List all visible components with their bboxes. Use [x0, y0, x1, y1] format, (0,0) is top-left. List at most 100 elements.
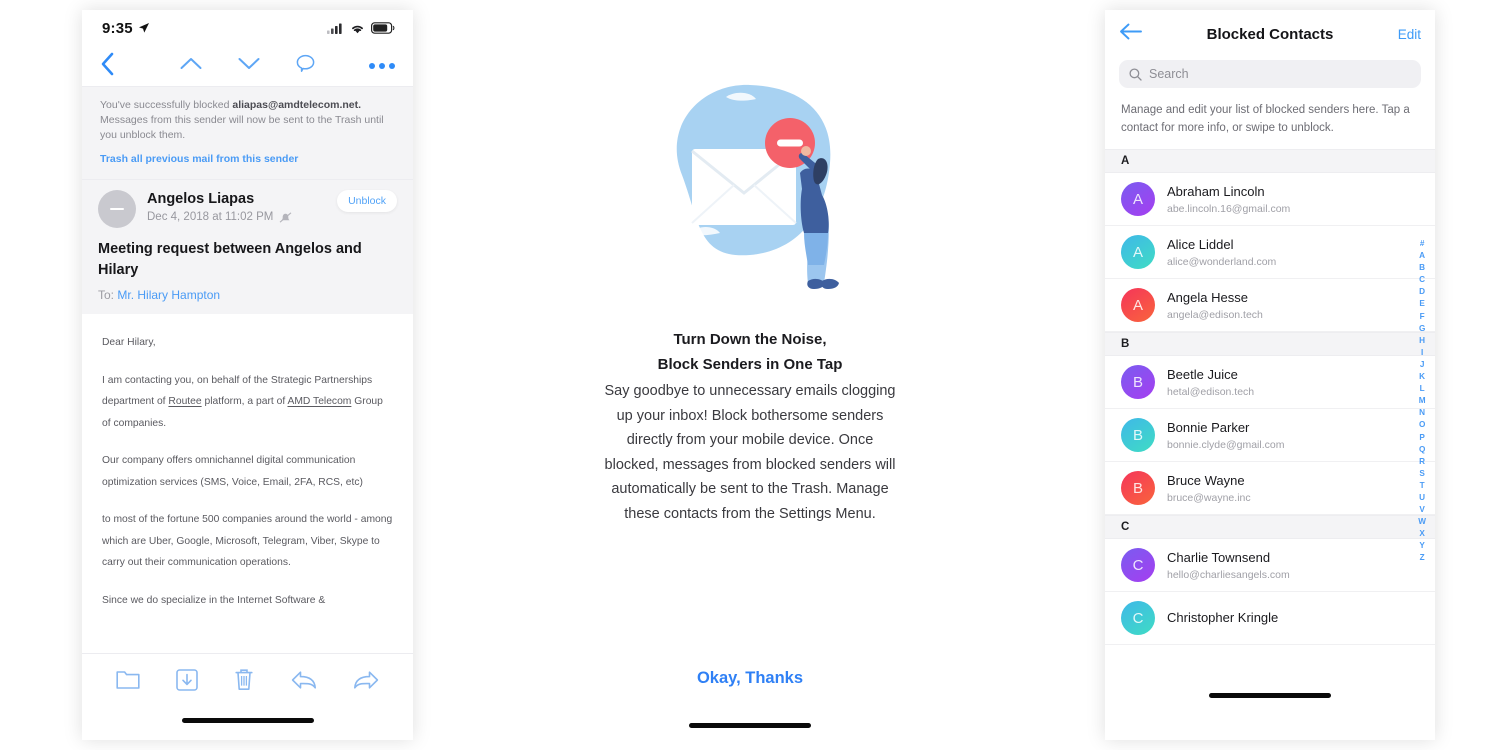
index-letter[interactable]: X — [1419, 528, 1424, 540]
index-letter[interactable]: G — [1419, 323, 1425, 335]
bell-slash-icon — [280, 211, 292, 223]
avatar: B — [1121, 365, 1155, 399]
index-letter[interactable]: S — [1419, 468, 1424, 480]
contact-name: Bonnie Parker — [1167, 419, 1250, 435]
index-letter[interactable]: K — [1419, 371, 1425, 383]
reply-button[interactable] — [291, 669, 317, 696]
index-letter[interactable]: Q — [1419, 444, 1425, 456]
index-letter[interactable]: # — [1420, 238, 1425, 250]
to-label: To: — [98, 288, 115, 302]
banner-text-after: Messages from this sender will now be se… — [100, 114, 384, 141]
home-indicator — [181, 718, 314, 723]
avatar: B — [1121, 418, 1155, 452]
sender-name: Angelos Liapas — [147, 191, 255, 207]
contacts-nav-bar: Blocked Contacts Edit — [1105, 10, 1435, 58]
index-letter[interactable]: H — [1419, 335, 1425, 347]
avatar: A — [1121, 288, 1155, 322]
promo-title: Turn Down the Noise, Block Senders in On… — [585, 327, 915, 377]
index-letter[interactable]: P — [1419, 432, 1424, 444]
list-item[interactable]: C Christopher Kringle — [1105, 592, 1435, 645]
next-message-button[interactable] — [238, 57, 260, 75]
previous-message-button[interactable] — [180, 57, 202, 75]
search-input[interactable]: Search — [1119, 60, 1421, 88]
index-letter[interactable]: F — [1420, 311, 1425, 323]
blocked-contacts-screen: Blocked Contacts Edit Search Manage and … — [1105, 10, 1435, 740]
contact-name: Christopher Kringle — [1167, 609, 1279, 625]
chevron-left-icon — [101, 52, 114, 75]
home-indicator — [689, 723, 811, 728]
index-letter[interactable]: A — [1419, 250, 1425, 262]
arrow-left-icon — [1120, 23, 1142, 40]
avatar-initial: C — [1132, 556, 1144, 574]
index-letter[interactable]: M — [1419, 395, 1426, 407]
index-letter[interactable]: N — [1419, 407, 1425, 419]
archive-button[interactable] — [176, 668, 199, 696]
amd-telecom-link[interactable]: AMD Telecom — [287, 396, 351, 407]
alphabet-index[interactable]: # A B C D E F G H I J K L M N O P Q R S T U V W X Y Z — [1418, 238, 1426, 565]
archive-download-icon — [176, 668, 199, 691]
okay-thanks-button[interactable]: Okay, Thanks — [585, 669, 915, 688]
list-item[interactable]: B Bruce Wayne bruce@wayne.inc — [1105, 462, 1435, 515]
avatar: A — [1121, 235, 1155, 269]
home-indicator — [1209, 693, 1331, 698]
contact-info: Abraham Lincoln abe.lincoln.16@gmail.com — [1167, 183, 1290, 216]
routee-link[interactable]: Routee — [168, 396, 201, 407]
contact-name: Angela Hesse — [1167, 289, 1248, 305]
list-item[interactable]: A Abraham Lincoln abe.lincoln.16@gmail.c… — [1105, 173, 1435, 226]
contact-info: Beetle Juice hetal@edison.tech — [1167, 366, 1254, 399]
body-paragraph: Since we do specialize in the Internet S… — [102, 594, 326, 606]
index-letter[interactable]: T — [1420, 480, 1425, 492]
email-body: Dear Hilary, I am contacting you, on beh… — [82, 314, 413, 637]
forward-button[interactable] — [353, 669, 379, 696]
email-nav-actions — [115, 54, 369, 78]
flag-message-button[interactable] — [296, 54, 315, 78]
index-letter[interactable]: W — [1418, 516, 1426, 528]
list-item[interactable]: B Bonnie Parker bonnie.clyde@gmail.com — [1105, 409, 1435, 462]
body-paragraph: Our company offers omnichannel digital c… — [102, 455, 363, 488]
status-bar-indicators — [327, 22, 395, 34]
avatar: C — [1121, 548, 1155, 582]
index-letter[interactable]: D — [1419, 286, 1425, 298]
recipient-name[interactable]: Mr. Hilary Hampton — [117, 288, 220, 302]
list-item[interactable]: C Charlie Townsend hello@charliesangels.… — [1105, 539, 1435, 592]
move-to-folder-button[interactable] — [116, 669, 140, 695]
index-letter[interactable]: J — [1420, 359, 1425, 371]
avatar: C — [1121, 601, 1155, 635]
body-paragraph: I am contacting you, on behalf of the St… — [102, 374, 383, 429]
back-button[interactable] — [1119, 23, 1143, 45]
folder-icon — [116, 671, 140, 689]
edit-button[interactable]: Edit — [1398, 27, 1421, 42]
chevron-down-icon — [238, 58, 259, 69]
index-letter[interactable]: V — [1419, 504, 1424, 516]
list-item[interactable]: A Angela Hesse angela@edison.tech — [1105, 279, 1435, 332]
list-item[interactable]: B Beetle Juice hetal@edison.tech — [1105, 356, 1435, 409]
avatar-initial: A — [1132, 243, 1143, 261]
trash-icon — [235, 669, 254, 690]
index-letter[interactable]: O — [1419, 419, 1425, 431]
contact-email: bruce@wayne.inc — [1167, 491, 1251, 504]
index-letter[interactable]: C — [1419, 274, 1425, 286]
more-dots-icon — [369, 63, 375, 69]
sender-avatar — [98, 190, 136, 228]
unblock-button[interactable]: Unblock — [337, 190, 397, 212]
more-dots-icon — [389, 63, 395, 69]
index-letter[interactable]: U — [1419, 492, 1425, 504]
trash-previous-mail-link[interactable]: Trash all previous mail from this sender — [100, 153, 395, 165]
index-letter[interactable]: B — [1419, 262, 1425, 274]
index-letter[interactable]: R — [1419, 456, 1425, 468]
delete-button[interactable] — [234, 668, 254, 696]
more-options-button[interactable] — [369, 63, 395, 69]
contact-email: hello@charliesangels.com — [1167, 568, 1290, 581]
banner-text-before: You've successfully blocked — [100, 99, 233, 111]
index-letter[interactable]: I — [1421, 347, 1423, 359]
back-button[interactable] — [100, 52, 115, 81]
index-letter[interactable]: E — [1419, 298, 1424, 310]
index-letter[interactable]: L — [1420, 383, 1425, 395]
email-detail-screen: 9:35 You've successfully blocked aliapas… — [82, 10, 413, 740]
email-nav-bar — [82, 46, 413, 86]
index-letter[interactable]: Y — [1419, 540, 1424, 552]
list-item[interactable]: A Alice Liddel alice@wonderland.com — [1105, 226, 1435, 279]
sent-date-row: Dec 4, 2018 at 11:02 PM — [147, 211, 326, 223]
reply-arrow-icon — [291, 670, 316, 689]
index-letter[interactable]: Z — [1420, 552, 1425, 564]
